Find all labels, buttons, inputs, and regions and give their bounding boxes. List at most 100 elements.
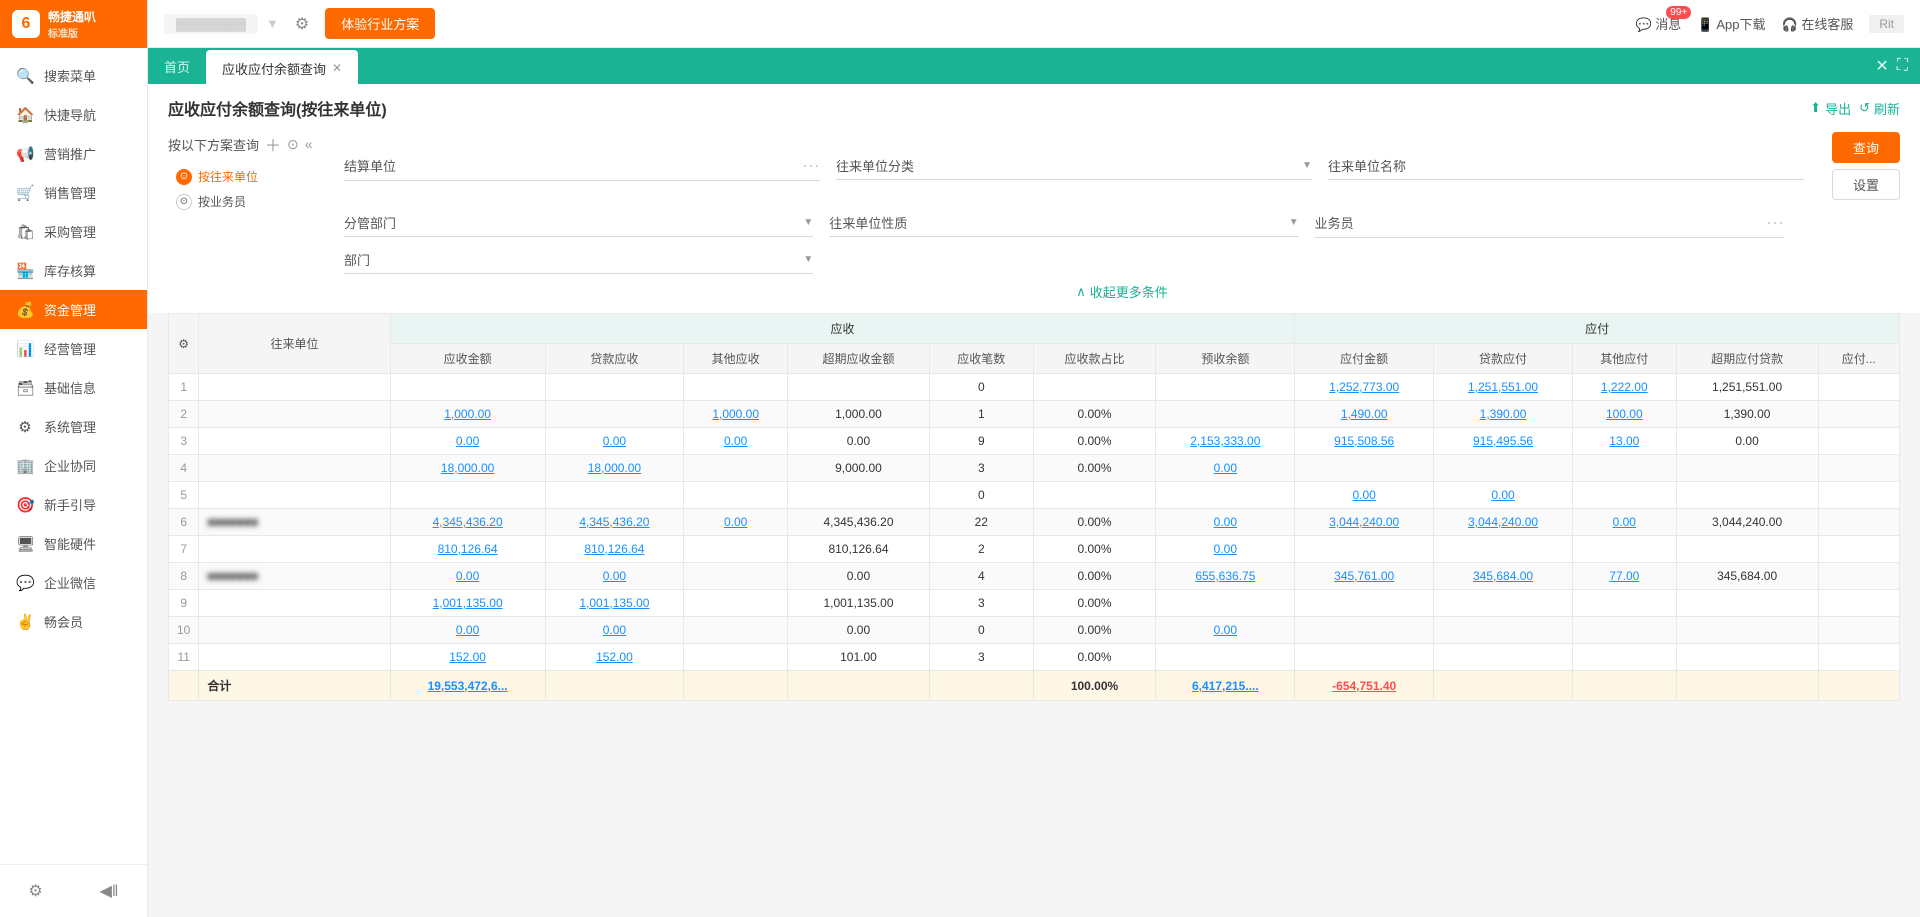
data-cell[interactable]: 0.00 [545,563,684,590]
data-cell[interactable]: 0.00 [390,428,545,455]
sidebar-item-member[interactable]: ✌ 畅会员 [0,602,147,641]
sidebar-item-finance[interactable]: 💰 资金管理 [0,290,147,329]
data-cell[interactable] [1434,590,1573,617]
data-cell[interactable] [1295,644,1434,671]
sidebar-item-purchase[interactable]: 🛍 采购管理 [0,212,147,251]
refresh-btn[interactable]: ↺ 刷新 [1859,99,1900,118]
settlement-dots-btn[interactable]: ··· [802,155,820,176]
data-cell[interactable] [390,374,545,401]
data-cell[interactable]: 1,001,135.00 [545,590,684,617]
data-cell[interactable] [545,374,684,401]
data-cell[interactable]: 18,000.00 [545,455,684,482]
data-cell[interactable]: 4,345,436.20 [545,509,684,536]
data-cell[interactable]: 0.00 [684,428,788,455]
solution-button[interactable]: 体验行业方案 [325,8,435,39]
user-info[interactable]: Rit [1869,15,1904,33]
data-cell[interactable]: 0.00 [545,428,684,455]
data-cell[interactable] [1156,374,1295,401]
data-cell[interactable]: 77.00 [1572,563,1676,590]
data-cell[interactable]: 0.00 [390,617,545,644]
sidebar-item-search[interactable]: 🔍 搜索菜单 [0,56,147,95]
sidebar-item-guide[interactable]: 🎯 新手引导 [0,485,147,524]
data-cell[interactable]: 1,252,773.00 [1295,374,1434,401]
tab-fullscreen-btn[interactable]: ⛶ [1897,57,1908,75]
data-cell[interactable]: 1,000.00 [684,401,788,428]
data-cell[interactable] [545,401,684,428]
query-button[interactable]: 查询 [1832,132,1900,163]
data-cell[interactable] [1434,455,1573,482]
sidebar-item-operation[interactable]: 📊 经营管理 [0,329,147,368]
data-cell[interactable] [1156,644,1295,671]
data-cell[interactable] [1295,590,1434,617]
data-cell[interactable]: 0.00 [684,509,788,536]
data-cell[interactable]: 1,251,551.00 [1434,374,1573,401]
tab-home[interactable]: 首页 [148,48,206,84]
data-cell[interactable] [1156,590,1295,617]
data-cell[interactable]: 1,390.00 [1434,401,1573,428]
sidebar-item-basic[interactable]: 🗃 基础信息 [0,368,147,407]
data-cell[interactable]: 18,000.00 [390,455,545,482]
data-cell[interactable] [1295,455,1434,482]
data-cell[interactable]: 1,222.00 [1572,374,1676,401]
data-cell[interactable]: 655,636.75 [1156,563,1295,590]
data-cell[interactable] [684,455,788,482]
data-cell[interactable]: 0.00 [390,563,545,590]
data-cell[interactable] [1295,617,1434,644]
app-download-btn[interactable]: 📱 App下载 [1697,14,1765,33]
data-cell[interactable] [545,482,684,509]
data-cell[interactable]: 3,044,240.00 [1434,509,1573,536]
data-cell[interactable]: 0.00 [1295,482,1434,509]
filter-by-staff[interactable]: ⊙ 按业务员 [168,189,328,214]
settings-button[interactable]: 设置 [1832,169,1900,200]
data-cell[interactable] [1156,482,1295,509]
data-cell[interactable] [1434,644,1573,671]
sidebar-item-hardware[interactable]: 🖥 智能硬件 [0,524,147,563]
data-cell[interactable] [684,482,788,509]
data-cell[interactable] [1434,536,1573,563]
sidebar-item-enterprise[interactable]: 🏢 企业协同 [0,446,147,485]
data-cell[interactable] [684,536,788,563]
data-cell[interactable]: 1,000.00 [390,401,545,428]
data-cell[interactable]: 13.00 [1572,428,1676,455]
sidebar-item-wechat[interactable]: 💬 企业微信 [0,563,147,602]
gear-icon[interactable]: ⚙ [295,14,309,34]
salesperson-dots-btn[interactable]: ··· [1766,212,1784,233]
unit-nature-arrow[interactable]: ▼ [1289,217,1299,228]
collapse-filter-btn[interactable]: ∧ 收起更多条件 [344,278,1900,309]
data-cell[interactable]: 0.00 [1156,536,1295,563]
data-cell[interactable]: 1,001,135.00 [390,590,545,617]
total-ap-amount[interactable]: -654,751.40 [1295,671,1434,701]
data-cell[interactable]: 100.00 [1572,401,1676,428]
data-cell[interactable] [1572,644,1676,671]
data-cell[interactable] [1295,536,1434,563]
tab-close-all-btn[interactable]: ✕ [1875,56,1888,76]
settings-footer-btn[interactable]: ⚙ [20,877,50,905]
data-cell[interactable] [1572,536,1676,563]
service-btn[interactable]: 🎧 在线客服 [1782,14,1854,33]
data-cell[interactable] [684,617,788,644]
data-cell[interactable]: 915,495.56 [1434,428,1573,455]
data-cell[interactable]: 2,153,333.00 [1156,428,1295,455]
sidebar-item-system[interactable]: ⚙ 系统管理 [0,407,147,446]
unit-name-input[interactable] [1410,158,1804,173]
collapse-scheme-btn[interactable]: « [305,136,313,152]
message-btn[interactable]: 💬 消息 99+ [1635,14,1681,33]
tab-ar-ap[interactable]: 应收应付余额查询 ✕ [206,50,358,86]
data-cell[interactable] [1434,617,1573,644]
data-cell[interactable]: 345,684.00 [1434,563,1573,590]
export-btn[interactable]: ⬆ 导出 [1810,99,1851,118]
data-cell[interactable]: 3,044,240.00 [1295,509,1434,536]
add-scheme-btn[interactable]: ＋ [265,132,281,156]
data-cell[interactable]: 0.00 [1156,509,1295,536]
data-cell[interactable]: 810,126.64 [545,536,684,563]
data-cell[interactable]: 1,490.00 [1295,401,1434,428]
edit-scheme-btn[interactable]: ⊙ [287,136,299,153]
unit-category-arrow[interactable]: ▼ [1302,160,1312,171]
table-settings-icon[interactable]: ⚙ [178,337,189,351]
data-cell[interactable] [1572,590,1676,617]
data-cell[interactable]: 152.00 [390,644,545,671]
collapse-sidebar-btn[interactable]: ◀‖ [92,877,127,905]
sidebar-item-inventory[interactable]: 🏪 库存核算 [0,251,147,290]
data-cell[interactable] [1156,401,1295,428]
data-cell[interactable]: 915,508.56 [1295,428,1434,455]
